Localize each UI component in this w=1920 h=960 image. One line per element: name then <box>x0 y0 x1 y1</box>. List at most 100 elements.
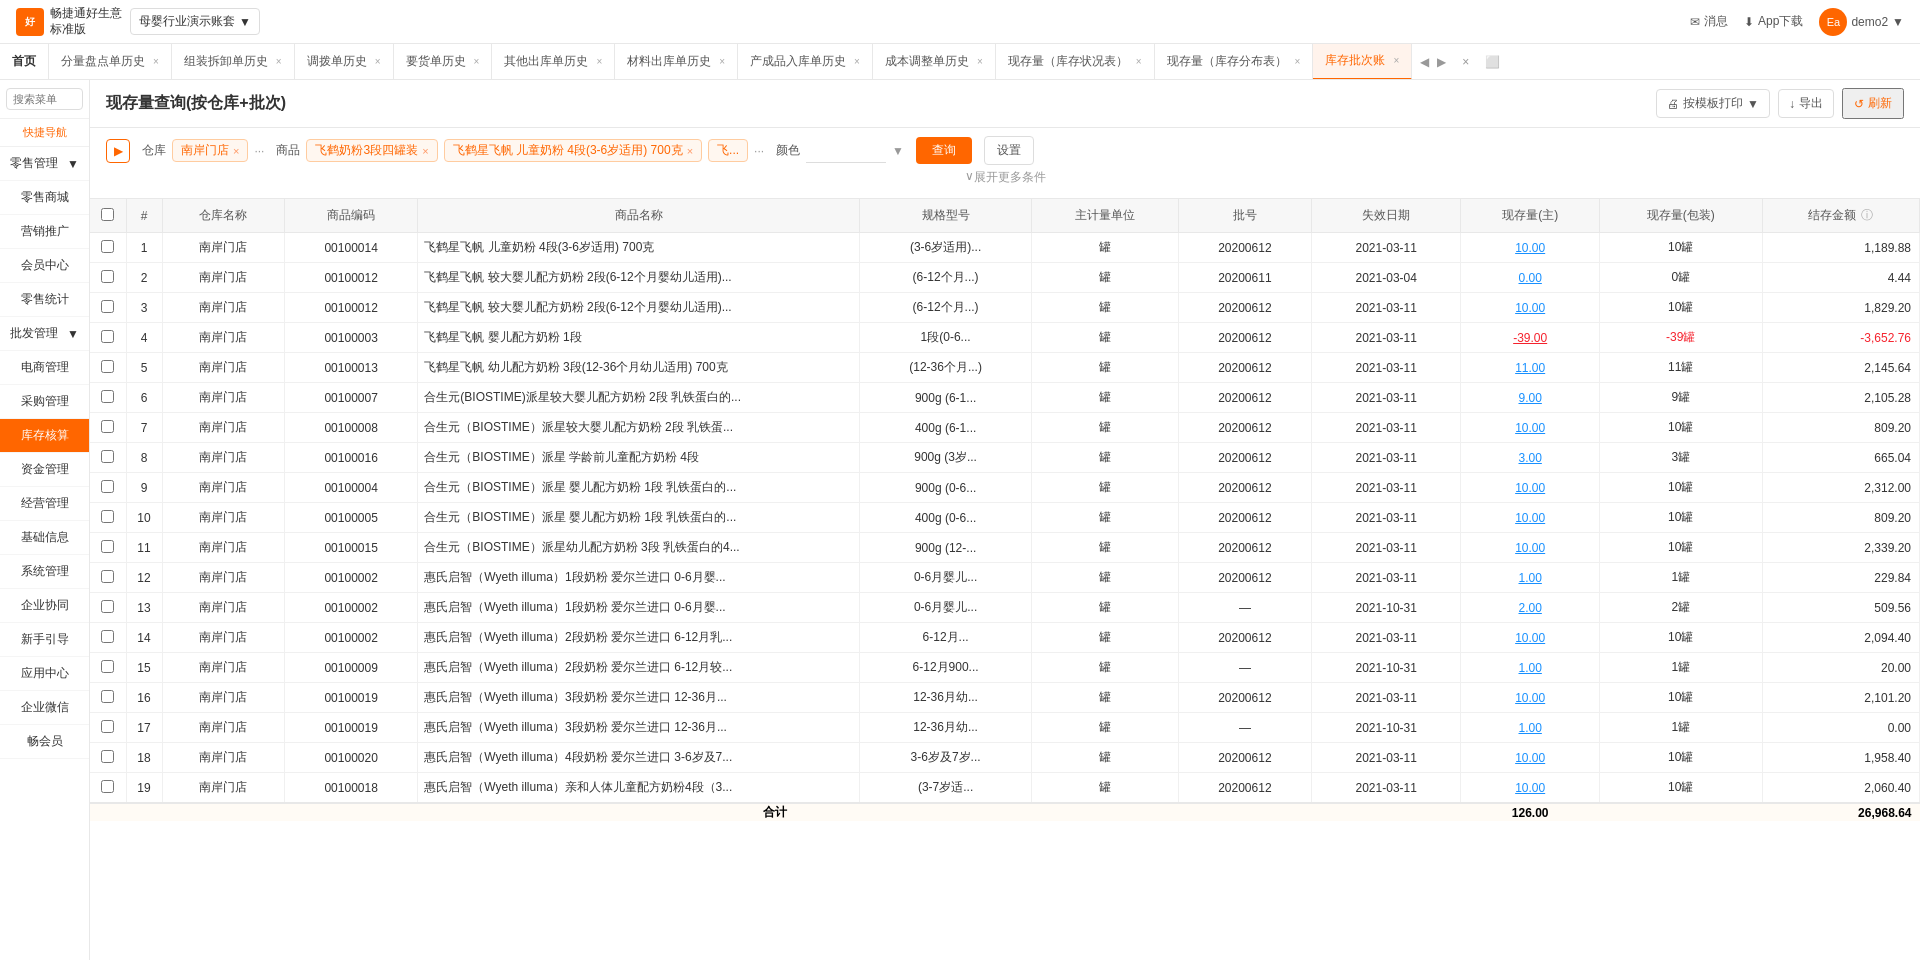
row-checkbox[interactable] <box>90 593 126 623</box>
refresh-button[interactable]: ↺ 刷新 <box>1842 88 1904 119</box>
sidebar-nav-shortcut[interactable]: 快捷导航 <box>0 119 89 147</box>
close-icon[interactable]: × <box>596 56 602 67</box>
sidebar-item-purchase[interactable]: 采购管理 <box>0 385 89 419</box>
tab-kucunkuang[interactable]: 现存量（库存状况表） × <box>996 44 1155 80</box>
close-icon[interactable]: × <box>1136 56 1142 67</box>
row-checkbox[interactable] <box>90 413 126 443</box>
sidebar-item-apps[interactable]: 应用中心 <box>0 657 89 691</box>
row-checkbox[interactable] <box>90 263 126 293</box>
row-qty-main[interactable]: 11.00 <box>1461 353 1600 383</box>
sidebar-item-wholesale[interactable]: 批发管理▼ <box>0 317 89 351</box>
row-qty-main[interactable]: 10.00 <box>1461 293 1600 323</box>
filter-expand-button[interactable]: ▶ <box>106 139 130 163</box>
chevron-down-icon[interactable]: ▼ <box>892 144 904 158</box>
close-icon[interactable]: × <box>375 56 381 67</box>
row-checkbox[interactable] <box>90 443 126 473</box>
close-icon[interactable]: × <box>1295 56 1301 67</box>
row-qty-main[interactable]: -39.00 <box>1461 323 1600 353</box>
sidebar-item-changhui[interactable]: 畅会员 <box>0 725 89 759</box>
settings-button[interactable]: 设置 <box>984 136 1034 165</box>
sidebar-item-finance[interactable]: 资金管理 <box>0 453 89 487</box>
row-checkbox[interactable] <box>90 683 126 713</box>
sidebar-item-retail-mall[interactable]: 零售商城 <box>0 181 89 215</box>
row-checkbox[interactable] <box>90 743 126 773</box>
sidebar-item-retail-stats[interactable]: 零售统计 <box>0 283 89 317</box>
row-qty-main[interactable]: 10.00 <box>1461 233 1600 263</box>
tab-qtachuku[interactable]: 其他出库单历史 × <box>492 44 615 80</box>
row-qty-main[interactable]: 3.00 <box>1461 443 1600 473</box>
tab-fenliangpandian[interactable]: 分量盘点单历史 × <box>49 44 172 80</box>
row-checkbox[interactable] <box>90 233 126 263</box>
maximize-icon[interactable]: ⬜ <box>1477 55 1508 69</box>
close-icon[interactable]: × <box>276 56 282 67</box>
row-checkbox[interactable] <box>90 623 126 653</box>
tab-kucunpicizh[interactable]: 库存批次账 × <box>1313 44 1412 80</box>
warehouse-more[interactable]: ··· <box>254 144 264 158</box>
sidebar-item-marketing[interactable]: 营销推广 <box>0 215 89 249</box>
messages-button[interactable]: ✉ 消息 <box>1690 13 1728 30</box>
remove-product1-icon[interactable]: × <box>422 145 428 157</box>
row-qty-main[interactable]: 10.00 <box>1461 413 1600 443</box>
row-qty-main[interactable]: 10.00 <box>1461 683 1600 713</box>
close-icon[interactable]: × <box>854 56 860 67</box>
row-qty-main[interactable]: 2.00 <box>1461 593 1600 623</box>
close-icon[interactable]: × <box>153 56 159 67</box>
remove-warehouse-icon[interactable]: × <box>233 145 239 157</box>
tab-chanpin[interactable]: 产成品入库单历史 × <box>738 44 873 80</box>
row-checkbox[interactable] <box>90 473 126 503</box>
close-all-tabs[interactable]: × <box>1454 55 1477 69</box>
tab-home[interactable]: 首页 <box>0 44 49 80</box>
row-qty-main[interactable]: 10.00 <box>1461 743 1600 773</box>
app-selector[interactable]: 母婴行业演示账套 ▼ <box>130 8 260 35</box>
arrow-left-icon[interactable]: ◀ <box>1416 53 1433 71</box>
row-qty-main[interactable]: 0.00 <box>1461 263 1600 293</box>
sidebar-item-ecommerce[interactable]: 电商管理 <box>0 351 89 385</box>
tab-zuzhuangchaijian[interactable]: 组装拆卸单历史 × <box>172 44 295 80</box>
row-qty-main[interactable]: 1.00 <box>1461 563 1600 593</box>
select-all-checkbox[interactable] <box>101 208 114 221</box>
expand-more-conditions[interactable]: ∨ 展开更多条件 <box>106 165 1904 190</box>
search-input[interactable] <box>6 88 83 110</box>
info-icon[interactable]: ⓘ <box>1861 208 1873 222</box>
row-qty-main[interactable]: 10.00 <box>1461 773 1600 804</box>
sidebar-item-inventory[interactable]: 库存核算 <box>0 419 89 453</box>
close-icon[interactable]: × <box>474 56 480 67</box>
sidebar-item-retail-mgmt[interactable]: 零售管理▼ <box>0 147 89 181</box>
close-icon[interactable]: × <box>719 56 725 67</box>
row-checkbox[interactable] <box>90 533 126 563</box>
sidebar-item-system[interactable]: 系统管理 <box>0 555 89 589</box>
query-button[interactable]: 查询 <box>916 137 972 164</box>
row-checkbox[interactable] <box>90 713 126 743</box>
row-qty-main[interactable]: 10.00 <box>1461 623 1600 653</box>
row-checkbox[interactable] <box>90 773 126 804</box>
remove-product2-icon[interactable]: × <box>687 145 693 157</box>
sidebar-item-basics[interactable]: 基础信息 <box>0 521 89 555</box>
row-checkbox[interactable] <box>90 383 126 413</box>
arrow-right-icon[interactable]: ▶ <box>1433 53 1450 71</box>
row-checkbox[interactable] <box>90 653 126 683</box>
tab-yaohuo[interactable]: 要货单历史 × <box>394 44 493 80</box>
tab-chenben[interactable]: 成本调整单历史 × <box>873 44 996 80</box>
app-download-button[interactable]: ⬇ App下载 <box>1744 13 1803 30</box>
row-qty-main[interactable]: 10.00 <box>1461 473 1600 503</box>
sidebar-item-newbie[interactable]: 新手引导 <box>0 623 89 657</box>
user-area[interactable]: Ea demo2 ▼ <box>1819 8 1904 36</box>
product-more[interactable]: ··· <box>754 144 764 158</box>
tab-diaobodanls[interactable]: 调拨单历史 × <box>295 44 394 80</box>
row-qty-main[interactable]: 9.00 <box>1461 383 1600 413</box>
row-qty-main[interactable]: 10.00 <box>1461 503 1600 533</box>
row-checkbox[interactable] <box>90 353 126 383</box>
sidebar-item-collaboration[interactable]: 企业协同 <box>0 589 89 623</box>
row-qty-main[interactable]: 1.00 <box>1461 713 1600 743</box>
sidebar-item-member[interactable]: 会员中心 <box>0 249 89 283</box>
row-checkbox[interactable] <box>90 503 126 533</box>
tab-cailiaochukulishi[interactable]: 材料出库单历史 × <box>615 44 738 80</box>
close-icon[interactable]: × <box>1393 55 1399 66</box>
template-print-button[interactable]: 🖨 按模板打印 ▼ <box>1656 89 1770 118</box>
row-checkbox[interactable] <box>90 293 126 323</box>
sidebar-item-operations[interactable]: 经营管理 <box>0 487 89 521</box>
row-checkbox[interactable] <box>90 563 126 593</box>
close-icon[interactable]: × <box>977 56 983 67</box>
sidebar-item-wechat[interactable]: 企业微信 <box>0 691 89 725</box>
row-qty-main[interactable]: 1.00 <box>1461 653 1600 683</box>
